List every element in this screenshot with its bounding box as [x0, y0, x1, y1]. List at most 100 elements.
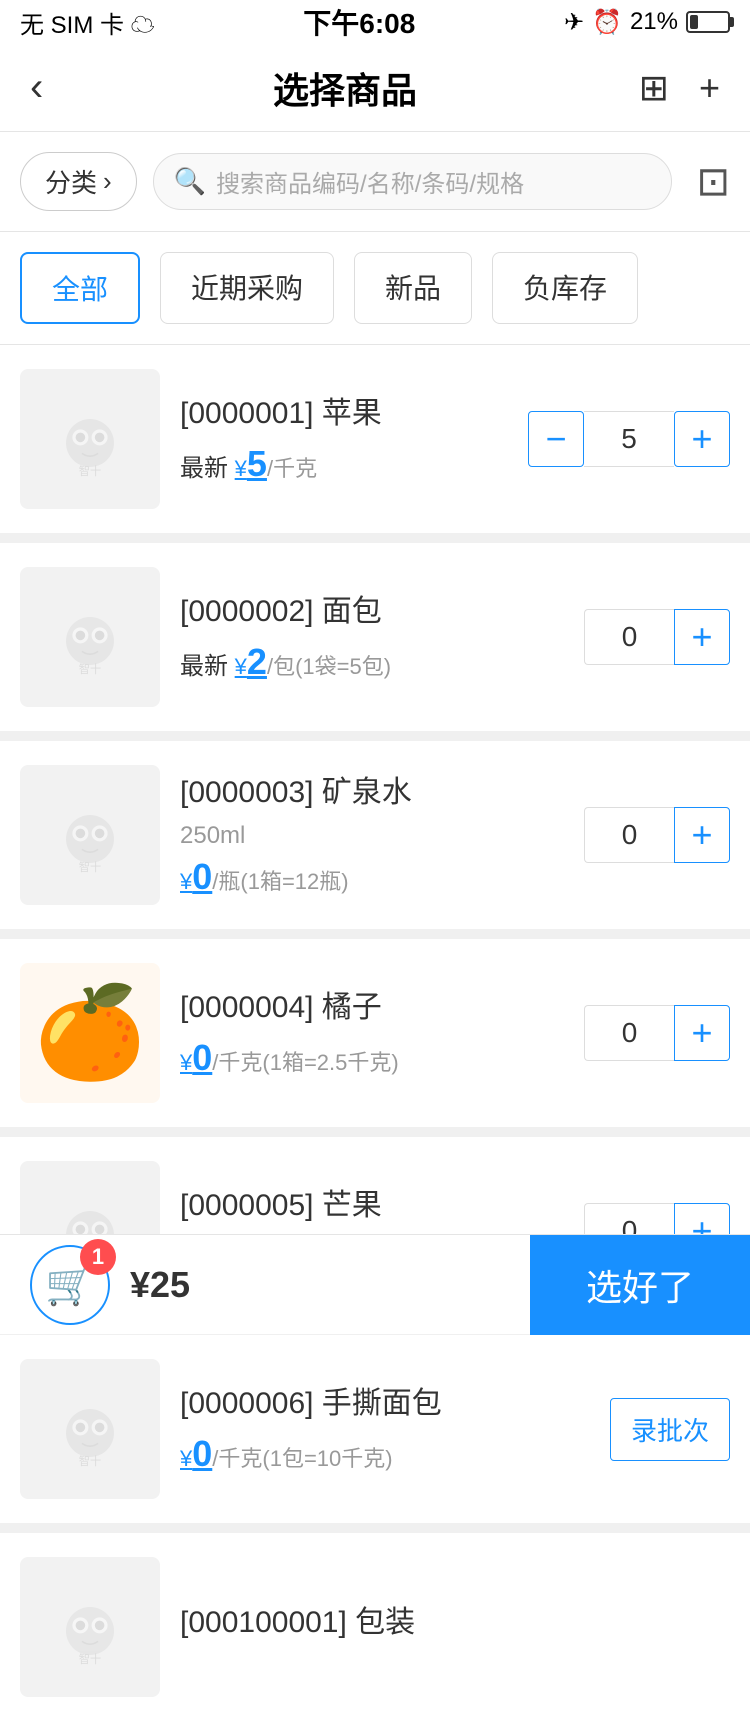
- product-name: [0000006] 手撕面包: [180, 1384, 590, 1423]
- product-info: [0000004] 橘子 ¥0/千克(1箱=2.5千克): [180, 988, 564, 1079]
- cart-total-price: ¥25: [130, 1264, 190, 1306]
- quantity-input[interactable]: [584, 807, 674, 863]
- product-name: [0000005] 芒果: [180, 1186, 564, 1225]
- confirm-button[interactable]: 选好了: [530, 1235, 750, 1335]
- svg-text:智十: 智十: [79, 1454, 101, 1468]
- placeholder-owl-icon: 智十: [50, 399, 130, 479]
- quantity-input[interactable]: [584, 1005, 674, 1061]
- status-right: ✈ ⏰ 21%: [564, 8, 730, 37]
- quantity-control: +: [584, 807, 730, 863]
- nav-bar: ‹ 选择商品 ⊞ +: [0, 44, 750, 132]
- product-item: 🍊 [0000004] 橘子 ¥0/千克(1箱=2.5千克) +: [0, 939, 750, 1137]
- product-item: 智十 [0000003] 矿泉水 250ml ¥0/瓶(1箱=12瓶) +: [0, 741, 750, 939]
- product-image: 🍊: [20, 963, 160, 1103]
- category-button[interactable]: 分类 ›: [20, 152, 137, 211]
- status-left: 无 SIM 卡 ☁: [20, 5, 155, 40]
- placeholder-owl-icon: 智十: [50, 795, 130, 875]
- svg-text:智十: 智十: [79, 1652, 101, 1666]
- quantity-control: − +: [528, 411, 730, 467]
- price-suffix: /千克: [267, 456, 317, 481]
- battery-percent: 21%: [630, 8, 678, 36]
- cart-icon-wrap[interactable]: 🛒 1: [30, 1245, 110, 1325]
- product-image: 智十: [20, 567, 160, 707]
- product-item: 智十 [0000001] 苹果 最新 ¥5/千克 − +: [0, 345, 750, 543]
- svg-text:智十: 智十: [79, 860, 101, 874]
- product-info: [0000003] 矿泉水 250ml ¥0/瓶(1箱=12瓶): [180, 773, 564, 898]
- product-info: [0000001] 苹果 最新 ¥5/千克: [180, 394, 508, 485]
- quantity-control: +: [584, 609, 730, 665]
- page-title: 选择商品: [90, 62, 600, 114]
- category-label: 分类: [45, 163, 97, 200]
- product-item: 智十 [0000006] 手撕面包 ¥0/千克(1包=10千克) 录批次: [0, 1335, 750, 1533]
- product-info: [000100001] 包装: [180, 1603, 730, 1652]
- quantity-input[interactable]: [584, 609, 674, 665]
- increase-button[interactable]: +: [674, 609, 730, 665]
- product-price: 最新 ¥2/包(1袋=5包): [180, 641, 564, 683]
- price-label: 最新: [180, 653, 235, 680]
- product-name: [000100001] 包装: [180, 1603, 730, 1642]
- product-image: 智十: [20, 765, 160, 905]
- tab-bar: 全部 近期采购 新品 负库存: [0, 232, 750, 345]
- status-bar: 无 SIM 卡 ☁ 下午6:08 ✈ ⏰ 21%: [0, 0, 750, 44]
- product-price: ¥0/瓶(1箱=12瓶): [180, 856, 564, 898]
- filter-bar: 分类 › 🔍 搜索商品编码/名称/条码/规格 ⊡: [0, 132, 750, 232]
- product-item: 智十 [000100001] 包装: [0, 1533, 750, 1721]
- scan-icon[interactable]: ⊡: [696, 159, 730, 205]
- increase-button[interactable]: +: [674, 411, 730, 467]
- sim-status: 无 SIM 卡 ☁: [20, 5, 155, 40]
- quantity-control: +: [584, 1005, 730, 1061]
- product-image: 智十: [20, 1557, 160, 1697]
- price-suffix: /千克(1箱=2.5千克): [212, 1050, 398, 1075]
- price-unit: ¥: [180, 869, 192, 894]
- search-bar[interactable]: 🔍 搜索商品编码/名称/条码/规格: [153, 153, 673, 210]
- product-image: 智十: [20, 369, 160, 509]
- svg-text:智十: 智十: [79, 662, 101, 676]
- tab-recent[interactable]: 近期采购: [160, 252, 334, 324]
- price-suffix: /瓶(1箱=12瓶): [212, 869, 348, 894]
- batch-button[interactable]: 录批次: [610, 1398, 730, 1461]
- alarm-icon: ⏰: [592, 8, 622, 37]
- increase-button[interactable]: +: [674, 807, 730, 863]
- product-name: [0000001] 苹果: [180, 394, 508, 433]
- product-image: 智十: [20, 1359, 160, 1499]
- bottom-bar: 🛒 1 ¥25 选好了: [0, 1234, 750, 1334]
- increase-button[interactable]: +: [674, 1005, 730, 1061]
- add-icon[interactable]: +: [699, 67, 720, 109]
- product-item: 智十 [0000002] 面包 最新 ¥2/包(1袋=5包) +: [0, 543, 750, 741]
- tab-negative[interactable]: 负库存: [492, 252, 638, 324]
- price-num: 5: [247, 443, 267, 484]
- product-info: [0000006] 手撕面包 ¥0/千克(1包=10千克): [180, 1384, 590, 1475]
- price-suffix: /千克(1包=10千克): [212, 1446, 392, 1471]
- product-spec: 250ml: [180, 822, 564, 850]
- quantity-input[interactable]: [584, 411, 674, 467]
- nav-right-actions: ⊞ +: [600, 67, 720, 109]
- product-price: ¥0/千克(1箱=2.5千克): [180, 1037, 564, 1079]
- price-label: 最新: [180, 455, 235, 482]
- decrease-button[interactable]: −: [528, 411, 584, 467]
- price-unit: ¥: [180, 1050, 192, 1075]
- price-num: 0: [192, 856, 212, 897]
- product-name: [0000002] 面包: [180, 592, 564, 631]
- location-icon: ✈: [564, 8, 584, 37]
- product-info: [0000002] 面包 最新 ¥2/包(1袋=5包): [180, 592, 564, 683]
- product-list: 智十 [0000001] 苹果 最新 ¥5/千克 − + 智十: [0, 345, 750, 1721]
- price-num: 0: [192, 1037, 212, 1078]
- back-button[interactable]: ‹: [30, 65, 90, 110]
- category-chevron-icon: ›: [103, 166, 112, 197]
- placeholder-owl-icon: 智十: [50, 597, 130, 677]
- product-name: [0000004] 橘子: [180, 988, 564, 1027]
- battery-icon: [686, 11, 730, 33]
- price-num: 0: [192, 1433, 212, 1474]
- filter-icon[interactable]: ⊞: [639, 67, 669, 109]
- price-unit: ¥: [180, 1446, 192, 1471]
- tab-all[interactable]: 全部: [20, 252, 140, 324]
- price-suffix: /包(1袋=5包): [267, 654, 391, 679]
- price-unit: ¥: [235, 654, 247, 679]
- search-placeholder: 搜索商品编码/名称/条码/规格: [216, 164, 524, 199]
- product-price: ¥0/千克(1包=10千克): [180, 1433, 590, 1475]
- placeholder-owl-icon: 智十: [50, 1389, 130, 1469]
- status-time: 下午6:08: [303, 2, 415, 42]
- product-price: 最新 ¥5/千克: [180, 443, 508, 485]
- tab-new[interactable]: 新品: [354, 252, 472, 324]
- price-unit: ¥: [235, 456, 247, 481]
